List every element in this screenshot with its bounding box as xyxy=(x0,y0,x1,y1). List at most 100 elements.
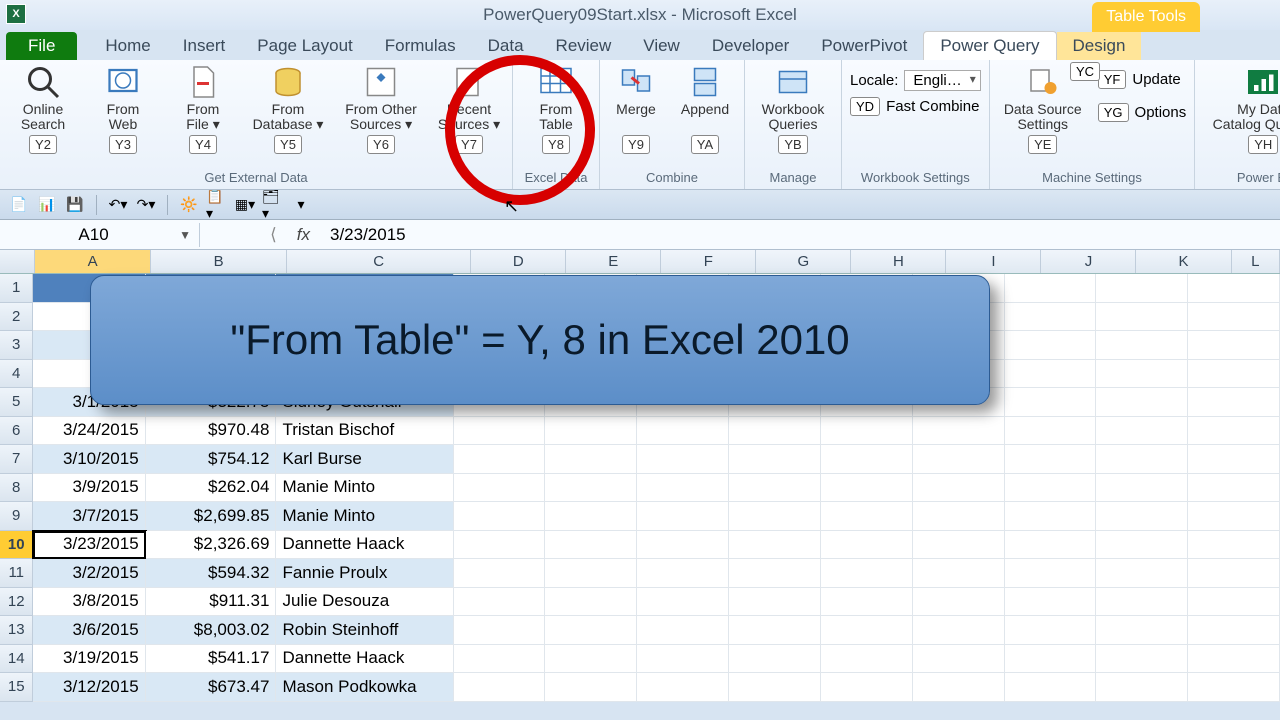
name-box[interactable]: A10 ▼ xyxy=(0,223,200,247)
recent-sources-button[interactable]: Recent Sources ▾ Y7 xyxy=(434,64,504,154)
cell[interactable]: $262.04 xyxy=(146,474,277,503)
contextual-tab-table-tools[interactable]: Table Tools xyxy=(1092,2,1200,32)
cell[interactable]: $970.48 xyxy=(146,417,277,446)
cell[interactable] xyxy=(454,645,546,674)
cell[interactable] xyxy=(637,531,729,560)
online-search-button[interactable]: Online Search Y2 xyxy=(8,64,78,154)
cell[interactable]: Robin Steinhoff xyxy=(276,616,453,645)
cell[interactable] xyxy=(545,474,637,503)
tab-review[interactable]: Review xyxy=(540,32,628,60)
cell[interactable] xyxy=(454,531,546,560)
from-database-button[interactable]: From Database ▾ Y5 xyxy=(248,64,328,154)
cell[interactable] xyxy=(1096,445,1188,474)
append-button[interactable]: Append YA xyxy=(674,64,736,154)
cell[interactable] xyxy=(545,502,637,531)
row-header[interactable]: 4 xyxy=(0,360,33,389)
row-header[interactable]: 14 xyxy=(0,645,33,674)
cell[interactable]: 3/8/2015 xyxy=(33,588,145,617)
qat-more-icon[interactable]: ▾ xyxy=(290,194,312,216)
from-other-sources-button[interactable]: From Other Sources ▾ Y6 xyxy=(338,64,424,154)
cell[interactable]: Manie Minto xyxy=(276,474,453,503)
col-header[interactable]: E xyxy=(566,250,661,273)
cell[interactable] xyxy=(1005,417,1097,446)
cell[interactable] xyxy=(729,502,821,531)
fast-combine-button[interactable]: Fast Combine xyxy=(886,98,979,115)
cell[interactable] xyxy=(1096,645,1188,674)
row-header[interactable]: 5 xyxy=(0,388,33,417)
cell[interactable] xyxy=(1096,616,1188,645)
cell[interactable] xyxy=(545,417,637,446)
cell[interactable] xyxy=(729,673,821,702)
cell[interactable] xyxy=(821,673,913,702)
cell[interactable]: Tristan Bischof xyxy=(276,417,453,446)
cell[interactable] xyxy=(1096,588,1188,617)
row-header[interactable]: 2 xyxy=(0,303,33,332)
cell[interactable] xyxy=(1005,616,1097,645)
cell[interactable] xyxy=(1188,531,1280,560)
cell[interactable] xyxy=(545,645,637,674)
cell[interactable] xyxy=(454,588,546,617)
cell[interactable] xyxy=(729,559,821,588)
cell[interactable]: 3/12/2015 xyxy=(33,673,145,702)
cell[interactable] xyxy=(821,616,913,645)
cell[interactable] xyxy=(637,474,729,503)
cell[interactable] xyxy=(1188,445,1280,474)
cell[interactable] xyxy=(454,474,546,503)
cell[interactable] xyxy=(1005,673,1097,702)
cell[interactable] xyxy=(729,645,821,674)
col-header[interactable]: I xyxy=(946,250,1041,273)
formula-input[interactable]: 3/23/2015 xyxy=(320,225,406,245)
cell[interactable] xyxy=(729,531,821,560)
row-header[interactable]: 3 xyxy=(0,331,33,360)
row-header[interactable]: 13 xyxy=(0,616,33,645)
cell[interactable] xyxy=(637,588,729,617)
qat-icon[interactable]: ▦▾ xyxy=(234,194,256,216)
cell[interactable] xyxy=(637,502,729,531)
options-button[interactable]: Options xyxy=(1135,104,1187,121)
tab-data[interactable]: Data xyxy=(472,32,540,60)
col-header[interactable]: K xyxy=(1136,250,1231,273)
save-icon[interactable]: 💾 xyxy=(64,194,86,216)
cell[interactable] xyxy=(545,616,637,645)
tab-page-layout[interactable]: Page Layout xyxy=(241,32,368,60)
cell[interactable] xyxy=(1188,417,1280,446)
cell[interactable] xyxy=(1188,616,1280,645)
expand-icon[interactable]: ⟨ xyxy=(270,225,277,245)
cell[interactable] xyxy=(913,502,1005,531)
cell[interactable] xyxy=(1096,388,1188,417)
cell[interactable] xyxy=(913,531,1005,560)
cell[interactable] xyxy=(637,445,729,474)
cell[interactable] xyxy=(1005,388,1097,417)
col-header[interactable]: H xyxy=(851,250,946,273)
cell[interactable] xyxy=(913,559,1005,588)
tab-design[interactable]: Design xyxy=(1057,32,1142,60)
update-button[interactable]: Update xyxy=(1132,71,1180,88)
cell[interactable]: Dannette Haack xyxy=(276,645,453,674)
row-header[interactable]: 11 xyxy=(0,559,33,588)
qat-icon[interactable]: 📋▾ xyxy=(206,194,228,216)
cell[interactable] xyxy=(821,559,913,588)
from-web-button[interactable]: From Web Y3 xyxy=(88,64,158,154)
tab-view[interactable]: View xyxy=(627,32,696,60)
cell[interactable] xyxy=(1188,588,1280,617)
cell[interactable] xyxy=(1188,645,1280,674)
cell[interactable] xyxy=(1188,474,1280,503)
cell[interactable] xyxy=(821,588,913,617)
row-header[interactable]: 6 xyxy=(0,417,33,446)
workbook-queries-button[interactable]: Workbook Queries YB xyxy=(753,64,833,154)
cell[interactable]: 3/2/2015 xyxy=(33,559,145,588)
cell[interactable] xyxy=(821,502,913,531)
cell[interactable] xyxy=(821,417,913,446)
merge-button[interactable]: Merge Y9 xyxy=(608,64,664,154)
cell[interactable] xyxy=(1005,502,1097,531)
col-header[interactable]: C xyxy=(287,250,471,273)
qat-icon[interactable]: 🔆 xyxy=(178,194,200,216)
cell[interactable]: Fannie Proulx xyxy=(276,559,453,588)
tab-formulas[interactable]: Formulas xyxy=(369,32,472,60)
cell[interactable] xyxy=(1188,274,1280,303)
cell[interactable] xyxy=(913,474,1005,503)
tab-developer[interactable]: Developer xyxy=(696,32,806,60)
from-table-button[interactable]: From Table Y8 xyxy=(521,64,591,154)
fx-icon[interactable]: fx xyxy=(297,225,310,245)
cell[interactable] xyxy=(913,588,1005,617)
